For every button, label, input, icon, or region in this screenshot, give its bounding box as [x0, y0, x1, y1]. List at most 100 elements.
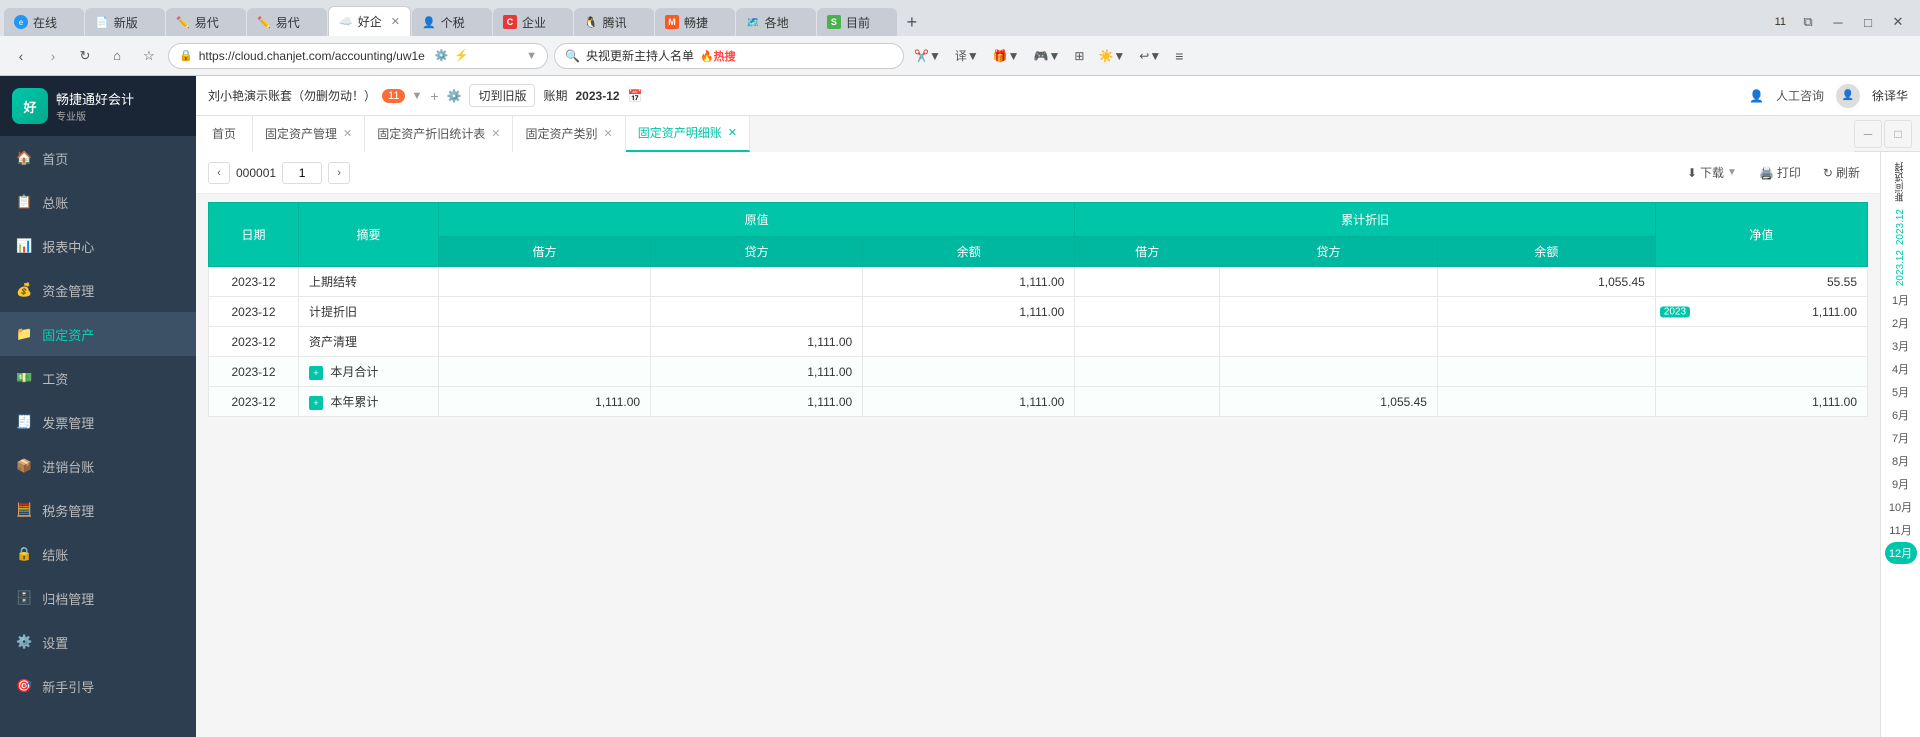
refresh-btn[interactable]: ↻ 刷新 — [1815, 160, 1868, 185]
report-icon: 📊 — [16, 238, 32, 254]
browser-tab-new[interactable]: 📄 新版 — [85, 8, 165, 36]
print-btn[interactable]: 🖨️ 打印 — [1751, 160, 1809, 185]
add-account-btn[interactable]: + — [430, 88, 438, 104]
window-close-btn[interactable]: ✕ — [1884, 8, 1912, 36]
table-row: 2023-12 资产清理 1,111.00 — [209, 327, 1868, 357]
tab-asset-depreciation[interactable]: 固定资产折旧统计表 ✕ — [365, 116, 513, 152]
browser-tools-icon: ⚙️ — [435, 49, 449, 62]
period-month-6[interactable]: 6月 — [1885, 404, 1917, 426]
browser-tab-yidai1[interactable]: ✏️ 易代 — [166, 8, 246, 36]
search-box[interactable]: 🔍 央视更新主持人名单 🔥热搜 — [554, 43, 904, 69]
browser-tab-changjie[interactable]: M 畅捷 — [655, 8, 735, 36]
cell-date-2: 2023-12 — [209, 297, 299, 327]
prev-page-btn[interactable]: ‹ — [208, 162, 230, 184]
main-area: 刘小艳演示账套（勿删勿动！） 11 ▼ + ⚙️ 切到旧版 账期 2023-12… — [196, 76, 1920, 737]
back-btn[interactable]: ‹ — [8, 43, 34, 69]
salary-icon: 💵 — [16, 370, 32, 386]
browser-tab-geshui[interactable]: 👤 个税 — [412, 8, 492, 36]
period-month-9[interactable]: 9月 — [1885, 473, 1917, 495]
forward-btn[interactable]: › — [40, 43, 66, 69]
wallet-btn[interactable]: 🎁▼ — [989, 49, 1024, 63]
customer-service-label[interactable]: 人工咨询 — [1776, 87, 1824, 104]
tab-close-haoqi[interactable]: ✕ — [391, 15, 400, 28]
sidebar-item-invoice[interactable]: 🧾 发票管理 — [0, 400, 196, 444]
window-restore-btn[interactable]: ⧉ — [1794, 8, 1822, 36]
browser-tab-haoqi[interactable]: ☁️ 好企 ✕ — [328, 6, 411, 36]
cell-acc-balance-4 — [1437, 357, 1655, 387]
grid-btn[interactable]: ⊞ — [1070, 49, 1088, 63]
scissors-btn[interactable]: ✂️▼ — [910, 49, 945, 63]
window-maximize-btn[interactable]: □ — [1854, 8, 1882, 36]
download-btn[interactable]: ⬇ 下载 ▼ — [1679, 160, 1745, 185]
period-month-2[interactable]: 2月 — [1885, 312, 1917, 334]
period-month-4[interactable]: 4月 — [1885, 358, 1917, 380]
cell-orig-credit-3: 1,111.00 — [651, 327, 863, 357]
sidebar-item-ledger[interactable]: 📋 总账 — [0, 180, 196, 224]
tab-close-asset-mgmt[interactable]: ✕ — [343, 127, 352, 140]
period-month-7[interactable]: 7月 — [1885, 427, 1917, 449]
period-month-11[interactable]: 11月 — [1885, 519, 1917, 541]
sidebar-item-home[interactable]: 🏠 首页 — [0, 136, 196, 180]
cell-acc-debit-3 — [1075, 327, 1220, 357]
tab-new-btn[interactable]: + — [898, 8, 926, 36]
period-month-8[interactable]: 8月 — [1885, 450, 1917, 472]
home-btn[interactable]: ⌂ — [104, 43, 130, 69]
settings-small-btn[interactable]: ⚙️ — [447, 89, 462, 103]
tab-asset-detail[interactable]: 固定资产明细账 ✕ — [626, 116, 750, 152]
sidebar-item-guide[interactable]: 🎯 新手引导 — [0, 664, 196, 708]
table-row: 2023-12 + 本月合计 1,111.00 — [209, 357, 1868, 387]
sidebar-item-settings[interactable]: ⚙️ 设置 — [0, 620, 196, 664]
switch-version-btn[interactable]: 切到旧版 — [469, 84, 535, 107]
menu-btn[interactable]: ≡ — [1171, 48, 1187, 64]
cell-acc-credit-4 — [1220, 357, 1438, 387]
reload-btn[interactable]: ↻ — [72, 43, 98, 69]
dropdown-icon[interactable]: ▼ — [526, 50, 537, 62]
window-minimize-btn[interactable]: ─ — [1824, 8, 1852, 36]
url-box[interactable]: 🔒 https://cloud.chanjet.com/accounting/u… — [168, 43, 548, 69]
sidebar-item-asset[interactable]: 📁 固定资产 — [0, 312, 196, 356]
sidebar-item-close[interactable]: 🔒 结账 — [0, 532, 196, 576]
account-dropdown-btn[interactable]: ▼ — [411, 90, 422, 102]
sidebar-item-purchase[interactable]: 📦 进销台账 — [0, 444, 196, 488]
period-month-5[interactable]: 5月 — [1885, 381, 1917, 403]
next-page-btn[interactable]: › — [328, 162, 350, 184]
page-number-input[interactable] — [282, 162, 322, 184]
year-badge: 2023 — [1660, 306, 1690, 317]
tab-close-detail[interactable]: ✕ — [728, 126, 737, 139]
undo-btn[interactable]: ↩▼ — [1135, 49, 1165, 63]
calendar-icon[interactable]: 📅 — [628, 89, 643, 103]
right-panel: 期间选择 2023.12 2023.12 1月 2月 3月 4月 5月 — [1880, 152, 1920, 737]
tab-asset-mgmt[interactable]: 固定资产管理 ✕ — [253, 116, 365, 152]
tab-close-depreciation[interactable]: ✕ — [491, 127, 500, 140]
browser-tab-muqian[interactable]: S 目前 — [817, 8, 897, 36]
browser-tab-online[interactable]: e 在线 — [4, 8, 84, 36]
period-month-1[interactable]: 1月 — [1885, 289, 1917, 311]
cell-orig-balance-5: 1,111.00 — [863, 387, 1075, 417]
tab-asset-category[interactable]: 固定资产类别 ✕ — [513, 116, 625, 152]
browser-tab-tencent[interactable]: 🐧 腾讯 — [574, 8, 654, 36]
period-month-12-active[interactable]: 12月 — [1885, 542, 1917, 564]
tab-home[interactable]: 首页 — [196, 116, 253, 152]
table-wrapper: 日期 摘要 原值 累计折旧 — [196, 194, 1880, 737]
browser-tab-gedi[interactable]: 🗺️ 各地 — [736, 8, 816, 36]
download-arrow: ▼ — [1727, 167, 1737, 178]
browser-tab-qiye[interactable]: C 企业 — [493, 8, 573, 36]
cell-orig-balance-4 — [863, 357, 1075, 387]
period-month-3[interactable]: 3月 — [1885, 335, 1917, 357]
sidebar-item-salary[interactable]: 💵 工资 — [0, 356, 196, 400]
game-btn[interactable]: 🎮▼ — [1030, 49, 1065, 63]
brightness-btn[interactable]: ☀️▼ — [1094, 49, 1129, 63]
cell-orig-balance-2: 1,111.00 — [863, 297, 1075, 327]
sidebar-item-archive[interactable]: 🗄️ 归档管理 — [0, 576, 196, 620]
sidebar-item-tax[interactable]: 🧮 税务管理 — [0, 488, 196, 532]
period-month-10[interactable]: 10月 — [1885, 496, 1917, 518]
sidebar-item-report[interactable]: 📊 报表中心 — [0, 224, 196, 268]
bookmark-btn[interactable]: ☆ — [136, 43, 162, 69]
tab-close-category[interactable]: ✕ — [604, 127, 613, 140]
translate-btn[interactable]: 译▼ — [951, 47, 983, 64]
tab-window-collapse-btn[interactable]: ─ — [1854, 120, 1882, 148]
app-container: 好 畅捷通好会计 专业版 🏠 首页 📋 总账 📊 报表中心 💰 资金管理 — [0, 76, 1920, 737]
sidebar-item-fund[interactable]: 💰 资金管理 — [0, 268, 196, 312]
tab-window-expand-btn[interactable]: □ — [1884, 120, 1912, 148]
browser-tab-yidai2[interactable]: ✏️ 易代 — [247, 8, 327, 36]
